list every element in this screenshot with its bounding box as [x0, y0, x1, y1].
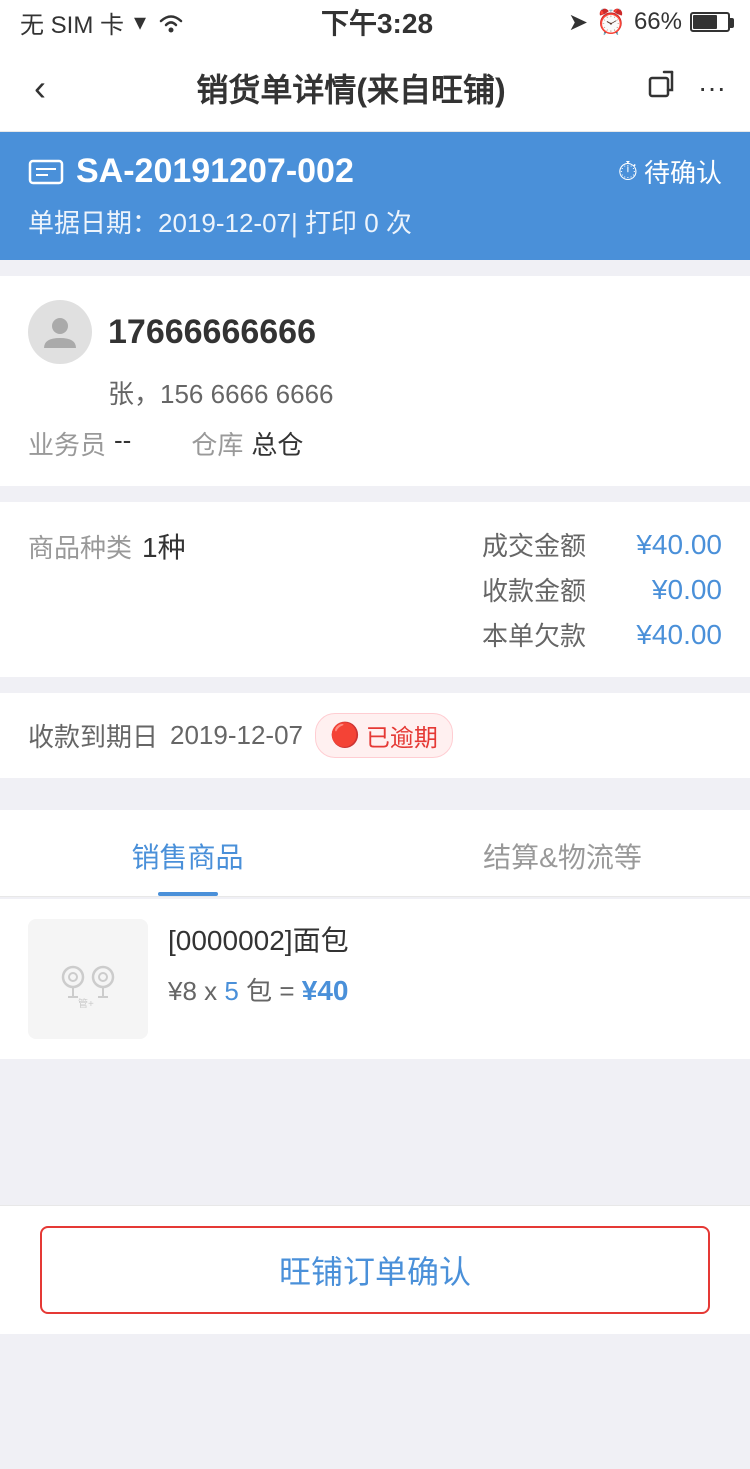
overdue-badge: 🔴 已逾期 — [315, 713, 453, 758]
wifi-icon: ▾ — [134, 8, 146, 37]
amount-received-value: ¥0.00 — [602, 574, 722, 606]
customer-row: 17666666666 — [28, 300, 722, 364]
back-button[interactable]: ‹ — [24, 57, 56, 119]
sales-label: 业务员 — [28, 425, 106, 462]
amount-received-row: 收款金额 ¥0.00 — [482, 571, 722, 608]
total-price: ¥40 — [302, 975, 349, 1006]
nav-bar: ‹ 销货单详情(来自旺铺) ··· — [0, 44, 750, 132]
multiply-sign: x — [204, 976, 224, 1006]
product-thumbnail: 管+ — [28, 919, 148, 1039]
bottom-action: 旺铺订单确认 — [0, 1205, 750, 1334]
tab-sales[interactable]: 销售商品 — [0, 810, 375, 896]
wifi-signal-icon — [156, 11, 186, 33]
status-clock-icon: ⏱ — [618, 156, 638, 188]
status-time: 下午3:28 — [321, 2, 433, 42]
sales-meta: 业务员 -- — [28, 425, 131, 462]
bottom-spacer — [0, 1339, 750, 1469]
sales-value: -- — [114, 425, 131, 462]
due-section: 收款到期日 2019-12-07 🔴 已逾期 — [0, 693, 750, 778]
overdue-icon: 🔴 — [330, 721, 360, 750]
customer-sub: 张，156 6666 6666 — [108, 374, 722, 411]
warehouse-label: 仓库 — [191, 425, 243, 462]
product-price: ¥8 x 5 包 = ¥40 — [168, 971, 722, 1008]
amount-received-label: 收款金额 — [482, 571, 586, 608]
equals-sign: = — [279, 976, 301, 1006]
product-section: 管+ [0000002]面包 ¥8 x 5 包 = ¥40 — [0, 899, 750, 1059]
due-label: 收款到期日 — [28, 717, 158, 754]
overdue-text: 已逾期 — [366, 718, 438, 753]
goods-label: 商品种类 — [28, 528, 132, 565]
share-button[interactable] — [646, 68, 678, 107]
location-icon: ➤ — [568, 8, 588, 37]
more-button[interactable]: ··· — [698, 72, 726, 104]
order-id-row: SA-20191207-002 ⏱ 待确认 — [28, 152, 722, 191]
goods-type: 商品种类 1种 — [28, 526, 186, 566]
order-header: SA-20191207-002 ⏱ 待确认 单据日期：2019-12-07| 打… — [0, 132, 750, 260]
amount-deal-row: 成交金额 ¥40.00 — [482, 526, 722, 563]
product-item: 管+ [0000002]面包 ¥8 x 5 包 = ¥40 — [28, 919, 722, 1039]
summary-right: 成交金额 ¥40.00 收款金额 ¥0.00 本单欠款 ¥40.00 — [482, 526, 722, 653]
battery-icon — [690, 12, 730, 32]
order-date: 单据日期：2019-12-07| 打印 0 次 — [28, 203, 722, 240]
tab-settlement[interactable]: 结算&物流等 — [375, 810, 750, 896]
amount-owed-row: 本单欠款 ¥40.00 — [482, 616, 722, 653]
divider — [0, 778, 750, 794]
tabs-section: 销售商品 结算&物流等 — [0, 810, 750, 897]
goods-value: 1种 — [142, 526, 186, 566]
status-right: ➤ ⏰ 66% — [568, 8, 730, 37]
avatar-icon — [40, 312, 80, 352]
customer-phone: 17666666666 — [108, 313, 316, 352]
product-logo: 管+ — [48, 949, 128, 1009]
summary-section: 商品种类 1种 成交金额 ¥40.00 收款金额 ¥0.00 本单欠款 ¥40.… — [0, 502, 750, 677]
unit: 包 — [246, 976, 272, 1006]
customer-section: 17666666666 张，156 6666 6666 业务员 -- 仓库 总仓 — [0, 276, 750, 486]
alarm-icon: ⏰ — [596, 8, 626, 37]
warehouse-value: 总仓 — [251, 425, 303, 462]
battery-percent: 66% — [634, 8, 682, 36]
amount-owed-label: 本单欠款 — [482, 616, 586, 653]
status-bar: 无 SIM 卡 ▾ 下午3:28 ➤ ⏰ 66% — [0, 0, 750, 44]
customer-meta: 业务员 -- 仓库 总仓 — [28, 425, 722, 462]
svg-text:管+: 管+ — [78, 997, 94, 1009]
amount-deal-label: 成交金额 — [482, 526, 586, 563]
price-value: ¥8 — [168, 976, 197, 1006]
order-icon — [28, 157, 64, 187]
quantity: 5 — [224, 976, 238, 1006]
order-status: ⏱ 待确认 — [618, 153, 722, 190]
due-date: 2019-12-07 — [170, 720, 303, 751]
amount-owed-value: ¥40.00 — [602, 619, 722, 651]
summary-left: 商品种类 1种 — [28, 526, 186, 566]
product-name: [0000002]面包 — [168, 919, 722, 959]
avatar — [28, 300, 92, 364]
confirm-button[interactable]: 旺铺订单确认 — [40, 1226, 710, 1314]
page-title: 销货单详情(来自旺铺) — [196, 65, 505, 111]
warehouse-meta: 仓库 总仓 — [191, 425, 303, 462]
amount-deal-value: ¥40.00 — [602, 529, 722, 561]
nav-actions: ··· — [646, 68, 726, 107]
carrier-label: 无 SIM 卡 — [20, 5, 124, 40]
status-left: 无 SIM 卡 ▾ — [20, 5, 186, 40]
order-id: SA-20191207-002 — [28, 152, 354, 191]
product-info: [0000002]面包 ¥8 x 5 包 = ¥40 — [168, 919, 722, 1008]
